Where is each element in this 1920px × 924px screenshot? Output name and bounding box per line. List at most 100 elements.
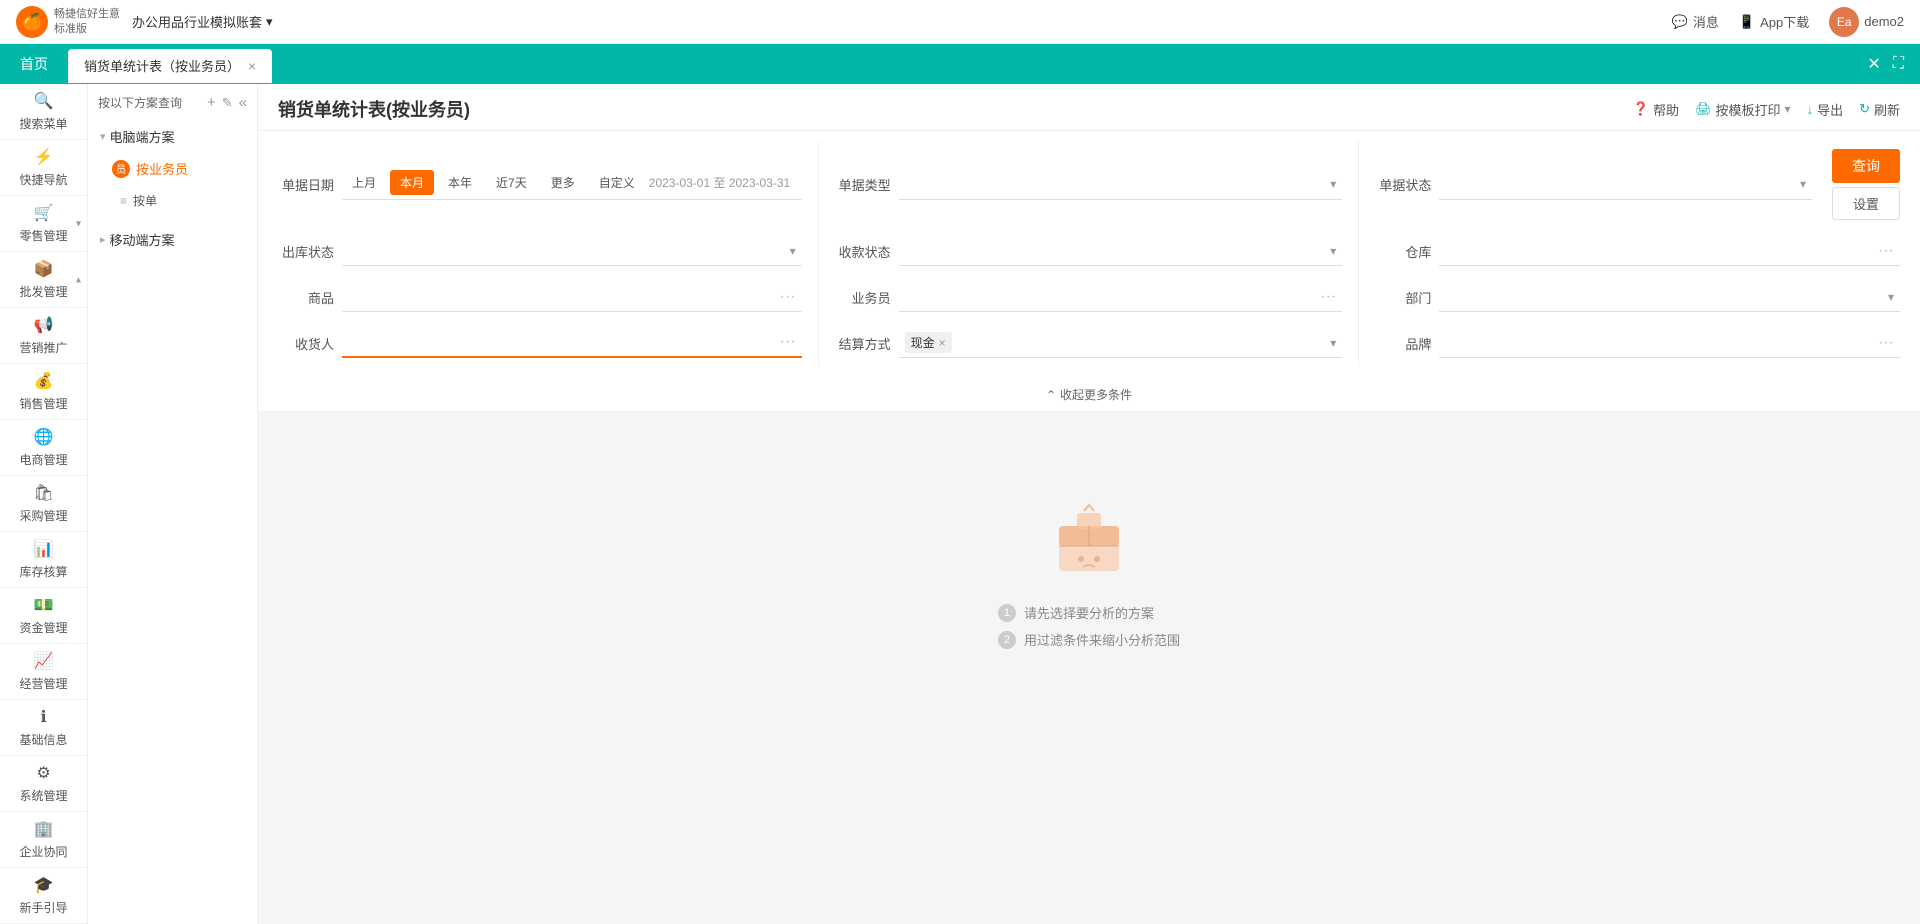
sidebar-item-search-menu[interactable]: 🔍 搜索菜单 [0, 84, 87, 140]
sidebar-item-retail[interactable]: 🛒 零售管理 ▾ [0, 196, 87, 252]
product-select[interactable]: ··· [342, 282, 802, 312]
filter-row-4: 收货人 ··· 结算方式 现金 × [258, 320, 1920, 374]
consignee-input[interactable]: ··· [342, 328, 802, 358]
filter-row-2: 出库状态 ▾ 收款状态 ▾ 仓库 [258, 228, 1920, 274]
sales-icon: 💰 [34, 371, 54, 391]
sidebar-item-enterprise[interactable]: 🏢 企业协同 [0, 812, 87, 868]
stockstatus-select[interactable]: ▾ [342, 236, 802, 266]
filter-doctype-field: 单据类型 ▾ [819, 141, 1360, 228]
sidebar-item-inventory[interactable]: 📊 库存核算 [0, 532, 87, 588]
scheme-group-desktop: ▾ 电脑端方案 员 按业务员 ≡ 按单 [88, 117, 257, 220]
brand-label: 品牌 [1375, 334, 1431, 353]
product-label: 商品 [278, 288, 334, 307]
date-btn-7days[interactable]: 近7天 [486, 170, 537, 195]
wholesale-icon: 📦 [34, 259, 54, 279]
docstatus-label: 单据状态 [1375, 175, 1431, 194]
system-icon: ⚙ [36, 763, 50, 783]
scheme-item-by-salesperson[interactable]: 员 按业务员 [88, 152, 257, 185]
doctype-label: 单据类型 [835, 175, 891, 194]
tip-num-1: 1 [998, 604, 1016, 622]
refresh-icon: ↻ [1859, 101, 1870, 117]
docstatus-select[interactable]: ▾ [1439, 170, 1812, 200]
tab-bar-actions: ✕ ⛶ [1867, 54, 1920, 74]
query-panel-icons: + ✎ « [207, 94, 247, 111]
account-dropdown[interactable]: 办公用品行业模拟账套 ▾ [132, 12, 273, 31]
export-button[interactable]: ↓ 导出 [1807, 100, 1844, 119]
date-btn-custom[interactable]: 自定义 [589, 170, 645, 195]
chevron-up-icon: ▴ [76, 274, 81, 285]
more-dots-icon[interactable]: ··· [1878, 334, 1894, 352]
empty-state: 1 请先选择要分析的方案 2 用过滤条件来缩小分析范围 [258, 411, 1920, 689]
tab-close-icon[interactable]: × [248, 58, 256, 74]
more-dots-icon[interactable]: ··· [780, 288, 796, 306]
date-btn-thisyear[interactable]: 本年 [438, 170, 482, 195]
inventory-icon: 📊 [34, 539, 54, 559]
empty-tip-1: 1 请先选择要分析的方案 [998, 603, 1180, 622]
tab-home[interactable]: 首页 [0, 44, 68, 84]
sidebar-item-finance[interactable]: 💵 资金管理 [0, 588, 87, 644]
settlement-tag-close[interactable]: × [939, 336, 946, 350]
search-button[interactable]: 查询 [1832, 149, 1900, 183]
download-icon: 📱 [1739, 14, 1755, 30]
scheme-group-mobile-header[interactable]: ▸ 移动端方案 [88, 224, 257, 255]
retail-icon: 🛒 [34, 203, 54, 223]
page-actions: ❓ 帮助 🖨 按模板打印 ▾ ↓ 导出 ↻ 刷新 [1633, 100, 1900, 119]
date-btn-thismonth[interactable]: 本月 [390, 170, 434, 195]
sidebar-item-system[interactable]: ⚙ 系统管理 [0, 756, 87, 812]
date-btn-more[interactable]: 更多 [541, 170, 585, 195]
scheme-item-by-order[interactable]: ≡ 按单 [88, 185, 257, 216]
newbie-icon: 🎓 [34, 875, 54, 895]
basic-info-icon: ℹ [40, 707, 46, 727]
brand-select[interactable]: ··· [1439, 328, 1900, 358]
ecommerce-icon: 🌐 [34, 427, 54, 447]
sidebar-item-wholesale[interactable]: 📦 批发管理 ▴ [0, 252, 87, 308]
sidebar-item-basic-info[interactable]: ℹ 基础信息 [0, 700, 87, 756]
message-button[interactable]: 💬 消息 [1672, 12, 1719, 31]
collapse-panel-icon[interactable]: « [239, 94, 247, 111]
logo-area: 🍊 畅捷信好生意 标准版 [16, 6, 120, 38]
warehouse-select[interactable]: ··· [1439, 236, 1900, 266]
app-download-button[interactable]: 📱 App下载 [1739, 12, 1809, 31]
sidebar-item-marketing[interactable]: 📢 营销推广 [0, 308, 87, 364]
query-panel-header: 按以下方案查询 + ✎ « [88, 84, 257, 117]
sidebar-item-newbie[interactable]: 🎓 新手引导 [0, 868, 87, 924]
template-print-button[interactable]: 🖨 按模板打印 ▾ [1695, 100, 1791, 119]
refresh-button[interactable]: ↻ 刷新 [1859, 100, 1900, 119]
collectstatus-select[interactable]: ▾ [899, 236, 1343, 266]
chevron-down-icon: ▾ [1330, 244, 1336, 258]
sidebar-item-purchase[interactable]: 🛍 采购管理 [0, 476, 87, 532]
close-window-icon[interactable]: ✕ [1867, 54, 1880, 74]
settlement-select[interactable]: 现金 × ▾ [899, 328, 1343, 358]
date-btn-lastmonth[interactable]: 上月 [342, 170, 386, 195]
dept-select[interactable]: ▾ [1439, 282, 1900, 312]
salesperson-scheme-icon: 员 [112, 160, 130, 178]
scheme-group-desktop-header[interactable]: ▾ 电脑端方案 [88, 121, 257, 152]
maximize-icon[interactable]: ⛶ [1893, 55, 1904, 73]
sidebar-item-quick-nav[interactable]: ⚡ 快捷导航 [0, 140, 87, 196]
help-button[interactable]: ❓ 帮助 [1633, 100, 1679, 119]
filter-row-1: 单据日期 上月 本月 本年 近7天 更多 自定义 2023-03-01 至 20… [258, 131, 1920, 228]
edit-scheme-icon[interactable]: ✎ [222, 95, 233, 111]
more-dots-icon[interactable]: ··· [1320, 288, 1336, 306]
sidebar-item-ecommerce[interactable]: 🌐 电商管理 [0, 420, 87, 476]
doctype-select[interactable]: ▾ [899, 170, 1343, 200]
user-avatar-button[interactable]: Ea demo2 [1829, 7, 1904, 37]
filter-docstatus-field: 单据状态 ▾ 查询 设置 [1359, 141, 1900, 228]
dept-label: 部门 [1375, 288, 1431, 307]
settings-button[interactable]: 设置 [1832, 187, 1900, 220]
filter-date-field: 单据日期 上月 本月 本年 近7天 更多 自定义 2023-03-01 至 20… [278, 141, 819, 228]
sidebar-item-operations[interactable]: 📈 经营管理 [0, 644, 87, 700]
topbar-right: 💬 消息 📱 App下载 Ea demo2 [1672, 7, 1904, 37]
tab-salesperson-report[interactable]: 销货单统计表（按业务员） × [68, 49, 272, 83]
empty-tips: 1 请先选择要分析的方案 2 用过滤条件来缩小分析范围 [998, 603, 1180, 649]
sidebar-item-sales[interactable]: 💰 销售管理 [0, 364, 87, 420]
salesperson-label: 业务员 [835, 288, 891, 307]
collapse-button[interactable]: ⌃ 收起更多条件 [1034, 382, 1144, 407]
more-dots-icon[interactable]: ··· [780, 333, 796, 351]
add-scheme-icon[interactable]: + [207, 94, 216, 111]
quick-nav-icon: ⚡ [34, 147, 54, 167]
more-dots-icon[interactable]: ··· [1878, 242, 1894, 260]
salesperson-select[interactable]: ··· [899, 282, 1343, 312]
help-icon: ❓ [1633, 101, 1649, 117]
date-label: 单据日期 [278, 175, 334, 194]
